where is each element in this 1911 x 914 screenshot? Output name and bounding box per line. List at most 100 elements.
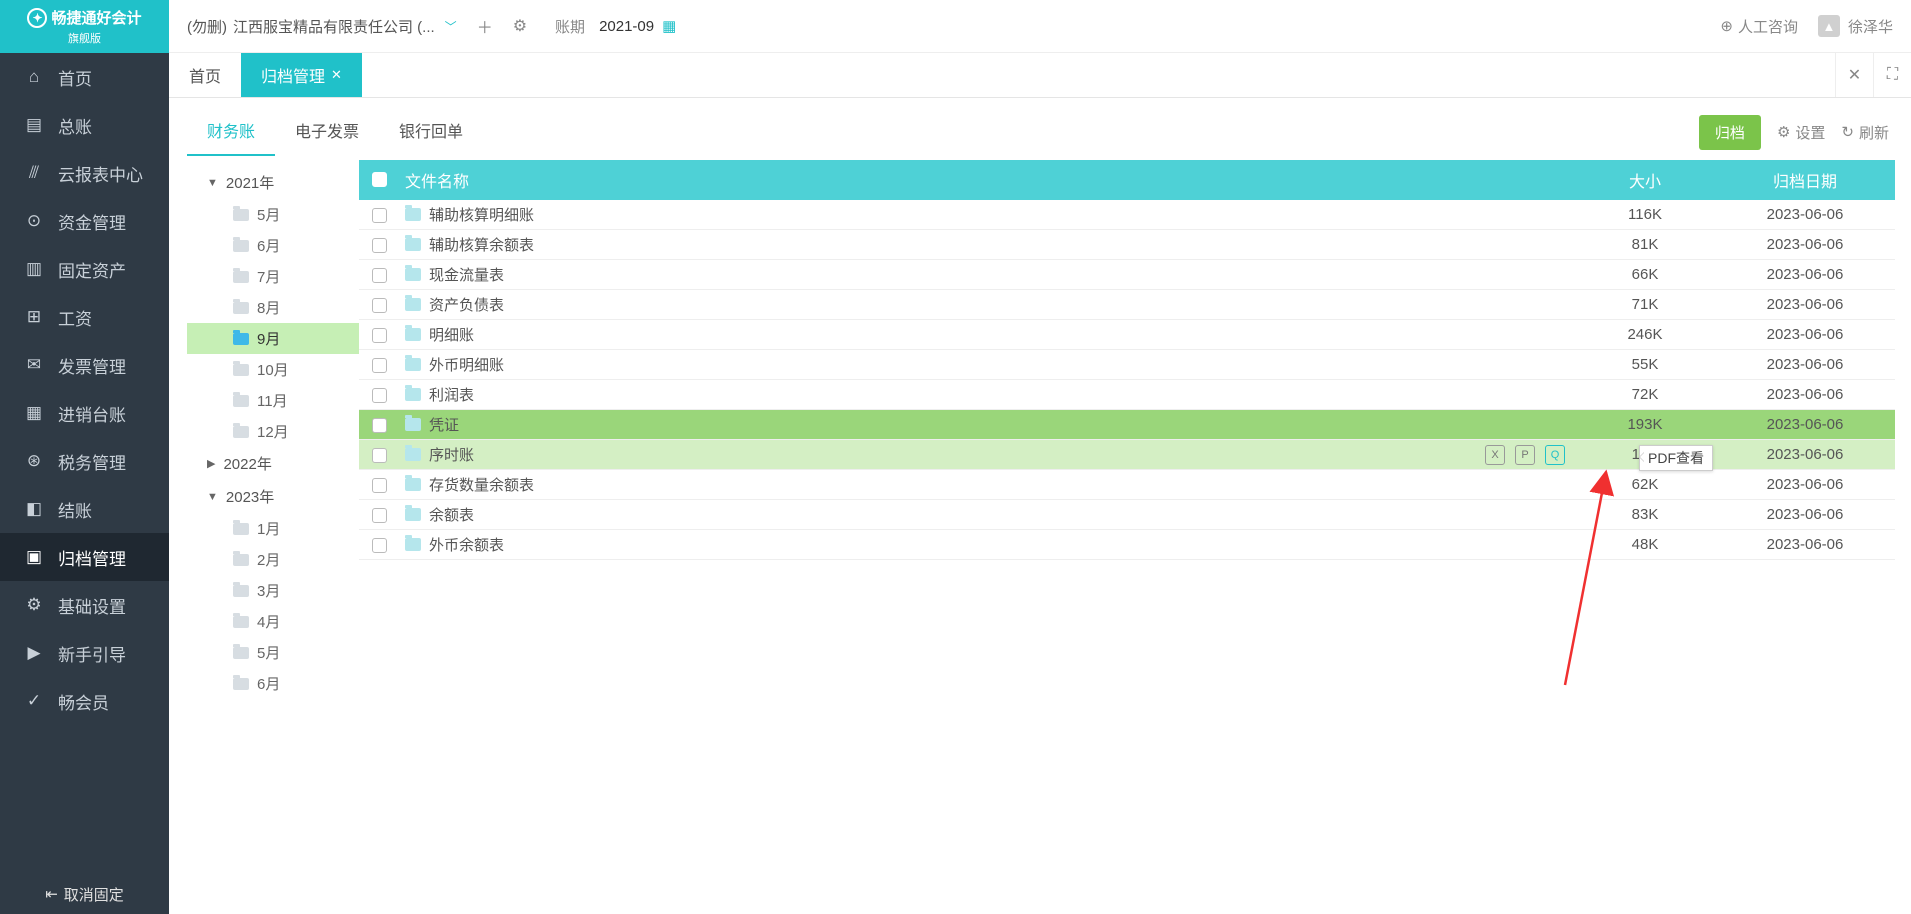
row-checkbox[interactable] xyxy=(372,538,387,553)
excel-download-icon[interactable]: X xyxy=(1485,445,1505,465)
subtabs: 财务账电子发票银行回单 xyxy=(187,108,483,156)
tree-month[interactable]: 6月 xyxy=(187,230,359,261)
tree-year-2[interactable]: ▼2023年 xyxy=(187,480,359,513)
nav-item-12[interactable]: ▶新手引导 xyxy=(0,629,169,677)
refresh-label: 刷新 xyxy=(1859,122,1889,143)
nav-label: 结账 xyxy=(58,497,92,522)
table-row[interactable]: 辅助核算明细账116K2023-06-06 xyxy=(359,200,1895,230)
tree-month[interactable]: 8月 xyxy=(187,292,359,323)
row-checkbox[interactable] xyxy=(372,418,387,433)
subtab-1[interactable]: 电子发票 xyxy=(275,108,379,156)
tree-month[interactable]: 3月 xyxy=(187,575,359,606)
archive-button[interactable]: 归档 xyxy=(1699,115,1761,150)
tree-month[interactable]: 5月 xyxy=(187,199,359,230)
tree-month[interactable]: 10月 xyxy=(187,354,359,385)
tree-month[interactable]: 6月 xyxy=(187,668,359,699)
row-checkbox[interactable] xyxy=(372,448,387,463)
tab-1[interactable]: 归档管理✕ xyxy=(241,53,362,97)
subtab-0[interactable]: 财务账 xyxy=(187,108,275,156)
settings-link[interactable]: ⚙设置 xyxy=(1777,122,1825,143)
tab-0[interactable]: 首页 xyxy=(169,53,241,97)
nav-item-6[interactable]: ✉发票管理 xyxy=(0,341,169,389)
tree-year-0[interactable]: ▼2021年 xyxy=(187,166,359,199)
tree-month[interactable]: 2月 xyxy=(187,544,359,575)
table-row[interactable]: 明细账246K2023-06-06 xyxy=(359,320,1895,350)
pdf-download-icon[interactable]: P xyxy=(1515,445,1535,465)
nav-label: 基础设置 xyxy=(58,593,126,618)
file-date: 2023-06-06 xyxy=(1715,236,1895,253)
nav-item-11[interactable]: ⚙基础设置 xyxy=(0,581,169,629)
row-checkbox[interactable] xyxy=(372,238,387,253)
nav-item-5[interactable]: ⊞工资 xyxy=(0,293,169,341)
table-row[interactable]: 存货数量余额表62K2023-06-06 xyxy=(359,470,1895,500)
row-checkbox[interactable] xyxy=(372,268,387,283)
nav-item-7[interactable]: ▦进销台账 xyxy=(0,389,169,437)
file-name: 序时账 xyxy=(429,444,474,465)
tree-month[interactable]: 9月 xyxy=(187,323,359,354)
user-menu[interactable]: ▲ 徐泽华 xyxy=(1818,15,1893,37)
table-row[interactable]: 现金流量表66K2023-06-06 xyxy=(359,260,1895,290)
folder-icon xyxy=(233,647,249,659)
row-checkbox[interactable] xyxy=(372,388,387,403)
nav-item-2[interactable]: ⫻云报表中心 xyxy=(0,149,169,197)
nav-label: 总账 xyxy=(58,113,92,138)
table-row[interactable]: 外币余额表48K2023-06-06 xyxy=(359,530,1895,560)
fullscreen-toggle[interactable]: ⛶ xyxy=(1873,53,1911,97)
row-actions: XPQ xyxy=(1485,440,1565,469)
folder-icon xyxy=(233,523,249,535)
tree-month[interactable]: 4月 xyxy=(187,606,359,637)
file-date: 2023-06-06 xyxy=(1715,266,1895,283)
tree-month[interactable]: 1月 xyxy=(187,513,359,544)
nav-item-13[interactable]: ✓畅会员 xyxy=(0,677,169,725)
close-icon[interactable]: ✕ xyxy=(331,67,342,83)
add-company-icon[interactable]: ＋ xyxy=(477,14,493,38)
month-label: 7月 xyxy=(257,266,280,287)
tree-month[interactable]: 12月 xyxy=(187,416,359,447)
file-date: 2023-06-06 xyxy=(1715,446,1895,463)
topbar: (勿删) 江西服宝精品有限责任公司 (... ﹀ ＋ ⚙ 账期 2021-09 … xyxy=(169,0,1911,53)
subtab-2[interactable]: 银行回单 xyxy=(379,108,483,156)
nav-item-10[interactable]: ▣归档管理 xyxy=(0,533,169,581)
nav-item-3[interactable]: ⊙资金管理 xyxy=(0,197,169,245)
row-checkbox[interactable] xyxy=(372,358,387,373)
row-checkbox[interactable] xyxy=(372,478,387,493)
consult-link[interactable]: ⊕ 人工咨询 xyxy=(1720,16,1798,37)
nav-item-9[interactable]: ◧结账 xyxy=(0,485,169,533)
nav-label: 税务管理 xyxy=(58,449,126,474)
row-checkbox[interactable] xyxy=(372,208,387,223)
calendar-icon[interactable]: ▦ xyxy=(662,17,676,35)
row-checkbox[interactable] xyxy=(372,298,387,313)
close-all-tabs[interactable]: ✕ xyxy=(1835,53,1873,97)
nav-item-8[interactable]: ⊛税务管理 xyxy=(0,437,169,485)
folder-icon xyxy=(233,209,249,221)
select-all-checkbox[interactable] xyxy=(372,172,387,187)
nav-item-4[interactable]: ▥固定资产 xyxy=(0,245,169,293)
company-settings-icon[interactable]: ⚙ xyxy=(513,16,527,36)
file-date: 2023-06-06 xyxy=(1715,536,1895,553)
nav-item-1[interactable]: ▤总账 xyxy=(0,101,169,149)
tree-year-1[interactable]: ▶2022年 xyxy=(187,447,359,480)
table-row[interactable]: 序时账13K2023-06-06XPQPDF查看 xyxy=(359,440,1895,470)
tree-month[interactable]: 5月 xyxy=(187,637,359,668)
table-row[interactable]: 余额表83K2023-06-06 xyxy=(359,500,1895,530)
table-header: 文件名称 大小 归档日期 xyxy=(359,160,1895,200)
nav-item-0[interactable]: ⌂首页 xyxy=(0,53,169,101)
table-row[interactable]: 外币明细账55K2023-06-06 xyxy=(359,350,1895,380)
row-checkbox[interactable] xyxy=(372,508,387,523)
nav-icon: ▣ xyxy=(24,547,44,567)
table-row[interactable]: 凭证193K2023-06-06 xyxy=(359,410,1895,440)
table-row[interactable]: 资产负债表71K2023-06-06 xyxy=(359,290,1895,320)
table-row[interactable]: 利润表72K2023-06-06 xyxy=(359,380,1895,410)
company-selector[interactable]: (勿删) 江西服宝精品有限责任公司 (... ﹀ xyxy=(187,16,457,37)
unpin-sidebar[interactable]: ⇤ 取消固定 xyxy=(0,874,169,914)
table-row[interactable]: 辅助核算余额表81K2023-06-06 xyxy=(359,230,1895,260)
refresh-link[interactable]: ↻刷新 xyxy=(1841,122,1889,143)
tree-month[interactable]: 7月 xyxy=(187,261,359,292)
tree-month[interactable]: 11月 xyxy=(187,385,359,416)
pdf-view-icon[interactable]: Q xyxy=(1545,445,1565,465)
nav-label: 资金管理 xyxy=(58,209,126,234)
file-date: 2023-06-06 xyxy=(1715,296,1895,313)
period-value: 2021-09 xyxy=(599,18,654,35)
gear-icon: ⚙ xyxy=(1777,123,1790,141)
row-checkbox[interactable] xyxy=(372,328,387,343)
